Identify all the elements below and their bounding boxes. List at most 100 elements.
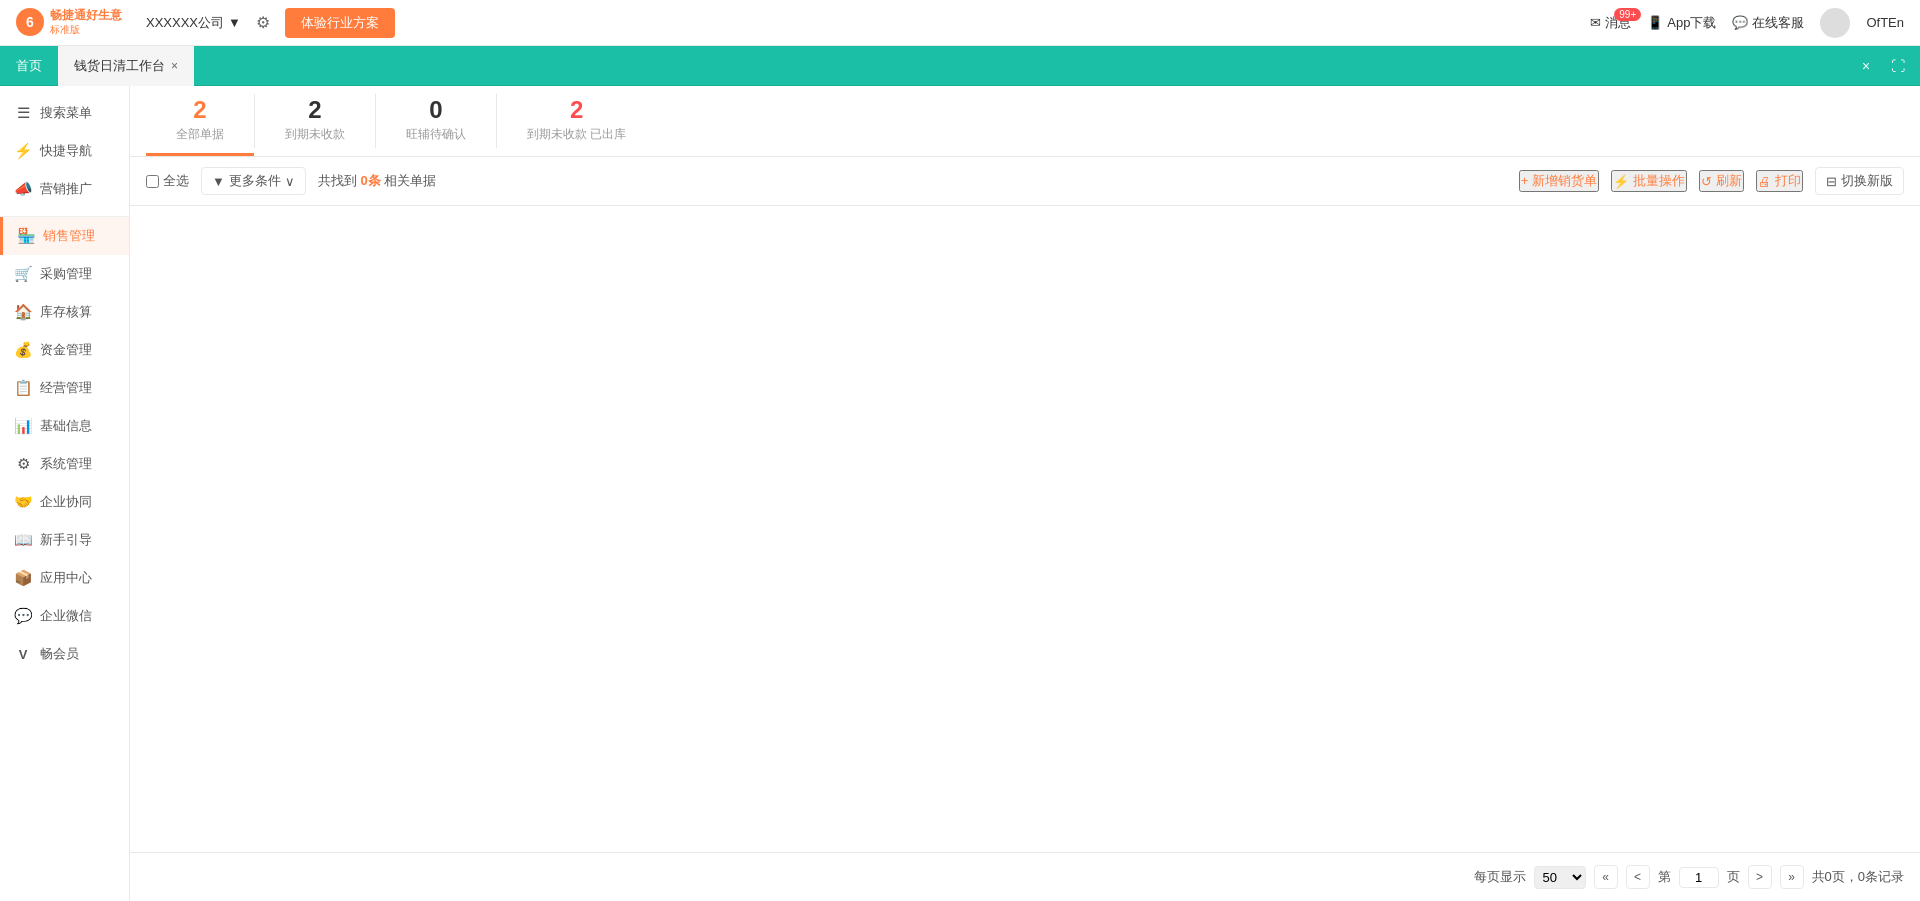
sidebar-item-purchase-mgmt[interactable]: 🛒 采购管理 xyxy=(0,255,129,293)
current-page-input[interactable] xyxy=(1679,867,1719,888)
per-page-label: 每页显示 xyxy=(1474,868,1526,886)
logo-subtitle: 标准版 xyxy=(50,23,122,37)
app-download-button[interactable]: 📱 App下载 xyxy=(1647,14,1716,32)
tab-workbench-label: 钱货日清工作台 xyxy=(74,57,165,75)
logo-icon: 6 xyxy=(16,8,44,36)
settings-button[interactable]: ⚙ xyxy=(249,9,277,37)
switch-icon: ⊟ xyxy=(1826,174,1837,189)
batch-label: 批量操作 xyxy=(1633,172,1685,190)
tab-workbench-close[interactable]: × xyxy=(171,59,178,73)
sidebar-item-member[interactable]: V 畅会员 xyxy=(0,635,129,673)
print-button[interactable]: 🖨 打印 xyxy=(1756,170,1803,192)
inventory-icon: 🏠 xyxy=(14,303,32,321)
stats-tab-all-num: 2 xyxy=(193,96,206,124)
app-download-label: App下载 xyxy=(1667,14,1716,32)
tab-home-label: 首页 xyxy=(16,57,42,75)
sidebar-item-enterprise-wechat-label: 企业微信 xyxy=(40,607,92,625)
enterprise-collab-icon: 🤝 xyxy=(14,493,32,511)
sidebar-item-basic-info[interactable]: 📊 基础信息 xyxy=(0,407,129,445)
select-all-label: 全选 xyxy=(163,172,189,190)
stats-tab-all[interactable]: 2 全部单据 xyxy=(146,86,254,156)
company-dropdown-icon: ▼ xyxy=(228,15,241,30)
sidebar-item-app-center[interactable]: 📦 应用中心 xyxy=(0,559,129,597)
stats-tab-all-label: 全部单据 xyxy=(176,126,224,143)
sidebar-item-enterprise-collab[interactable]: 🤝 企业协同 xyxy=(0,483,129,521)
stats-tab-overdue-unshipped[interactable]: 2 到期未收款 已出库 xyxy=(497,86,656,156)
stats-tab-wangwang[interactable]: 0 旺辅待确认 xyxy=(376,86,496,156)
main-layout: ☰ 搜索菜单 ⚡ 快捷导航 📣 营销推广 🏪 销售管理 🛒 采购管理 🏠 库存核… xyxy=(0,86,1920,901)
select-all-checkbox[interactable]: 全选 xyxy=(146,172,189,190)
header-right: ✉ 消息 99+ 📱 App下载 💬 在线客服 OfTEn xyxy=(1590,8,1904,38)
app-download-icon: 📱 xyxy=(1647,15,1663,30)
tab-bar: 首页 钱货日清工作台 × × ⛶ xyxy=(0,46,1920,86)
content-area: 2 全部单据 2 到期未收款 0 旺辅待确认 2 到期未收款 已出库 xyxy=(130,86,1920,901)
refresh-button[interactable]: ↺ 刷新 xyxy=(1699,170,1744,192)
batch-button[interactable]: ⚡ 批量操作 xyxy=(1611,170,1687,192)
tab-fullscreen-button[interactable]: ⛶ xyxy=(1884,52,1912,80)
sidebar-item-inventory[interactable]: 🏠 库存核算 xyxy=(0,293,129,331)
stats-tab-overdue-unshipped-label: 到期未收款 已出库 xyxy=(527,126,626,143)
sidebar-item-operations-label: 经营管理 xyxy=(40,379,92,397)
message-badge: 99+ xyxy=(1614,8,1641,21)
logo-area: 6 畅捷通好生意 标准版 xyxy=(16,8,122,36)
prev-page-button[interactable]: < xyxy=(1626,865,1650,889)
sidebar-item-enterprise-wechat[interactable]: 💬 企业微信 xyxy=(0,597,129,635)
trial-button[interactable]: 体验行业方案 xyxy=(285,8,395,38)
message-button[interactable]: ✉ 消息 99+ xyxy=(1590,14,1631,32)
select-all-input[interactable] xyxy=(146,175,159,188)
user-name[interactable]: OfTEn xyxy=(1866,15,1904,30)
related-text: 相关单据 xyxy=(384,173,436,188)
next-page-button[interactable]: > xyxy=(1748,865,1772,889)
filter-dropdown-icon: ∨ xyxy=(285,174,295,189)
sidebar-item-operations[interactable]: 📋 经营管理 xyxy=(0,369,129,407)
user-avatar[interactable] xyxy=(1820,8,1850,38)
online-service-button[interactable]: 💬 在线客服 xyxy=(1732,14,1804,32)
quick-nav-icon: ⚡ xyxy=(14,142,32,160)
switch-version-button[interactable]: ⊟ 切换新版 xyxy=(1815,167,1904,195)
sidebar-item-beginner-guide-label: 新手引导 xyxy=(40,531,92,549)
found-count: 0条 xyxy=(361,173,381,188)
sidebar-item-beginner-guide[interactable]: 📖 新手引导 xyxy=(0,521,129,559)
page-suffix: 页 xyxy=(1727,868,1740,886)
sidebar-item-search-menu[interactable]: ☰ 搜索菜单 xyxy=(0,94,129,132)
add-button[interactable]: + 新增销货单 xyxy=(1519,170,1599,192)
sidebar-item-member-label: 畅会员 xyxy=(40,645,79,663)
tab-home[interactable]: 首页 xyxy=(0,46,58,86)
sidebar-item-system-mgmt-label: 系统管理 xyxy=(40,455,92,473)
sidebar-item-inventory-label: 库存核算 xyxy=(40,303,92,321)
sales-mgmt-icon: 🏪 xyxy=(17,227,35,245)
sidebar-item-sales-mgmt[interactable]: 🏪 销售管理 xyxy=(0,217,129,255)
table-area xyxy=(130,206,1920,852)
sidebar-item-finance[interactable]: 💰 资金管理 xyxy=(0,331,129,369)
per-page-select[interactable]: 20 50 100 xyxy=(1534,866,1586,889)
stats-tab-wangwang-num: 0 xyxy=(429,96,442,124)
stats-tab-overdue[interactable]: 2 到期未收款 xyxy=(255,86,375,156)
page-prefix: 第 xyxy=(1658,868,1671,886)
filter-button[interactable]: ▼ 更多条件 ∨ xyxy=(201,167,306,195)
sidebar-item-quick-nav[interactable]: ⚡ 快捷导航 xyxy=(0,132,129,170)
switch-label: 切换新版 xyxy=(1841,172,1893,190)
sidebar-item-system-mgmt[interactable]: ⚙ 系统管理 xyxy=(0,445,129,483)
total-info: 共0页，0条记录 xyxy=(1812,868,1904,886)
company-selector[interactable]: XXXXXX公司 ▼ xyxy=(146,14,241,32)
sidebar: ☰ 搜索菜单 ⚡ 快捷导航 📣 营销推广 🏪 销售管理 🛒 采购管理 🏠 库存核… xyxy=(0,86,130,901)
batch-icon: ⚡ xyxy=(1613,174,1629,189)
stats-tabs: 2 全部单据 2 到期未收款 0 旺辅待确认 2 到期未收款 已出库 xyxy=(130,86,1920,157)
marketing-icon: 📣 xyxy=(14,180,32,198)
logo-text-area: 畅捷通好生意 标准版 xyxy=(50,8,122,36)
toolbar: 全选 ▼ 更多条件 ∨ 共找到 0条 相关单据 + 新增销货单 ⚡ 批量操作 ↺ xyxy=(130,157,1920,206)
last-page-button[interactable]: » xyxy=(1780,865,1804,889)
sidebar-item-app-center-label: 应用中心 xyxy=(40,569,92,587)
top-header: 6 畅捷通好生意 标准版 XXXXXX公司 ▼ ⚙ 体验行业方案 ✉ 消息 99… xyxy=(0,0,1920,46)
operations-icon: 📋 xyxy=(14,379,32,397)
online-service-icon: 💬 xyxy=(1732,15,1748,30)
basic-info-icon: 📊 xyxy=(14,417,32,435)
tab-workbench[interactable]: 钱货日清工作台 × xyxy=(58,46,194,86)
system-mgmt-icon: ⚙ xyxy=(14,455,32,473)
sidebar-item-marketing[interactable]: 📣 营销推广 xyxy=(0,170,129,208)
first-page-button[interactable]: « xyxy=(1594,865,1618,889)
stats-tab-overdue-unshipped-num: 2 xyxy=(570,96,583,124)
search-menu-icon: ☰ xyxy=(14,104,32,122)
sidebar-item-enterprise-collab-label: 企业协同 xyxy=(40,493,92,511)
tab-close-button[interactable]: × xyxy=(1852,52,1880,80)
